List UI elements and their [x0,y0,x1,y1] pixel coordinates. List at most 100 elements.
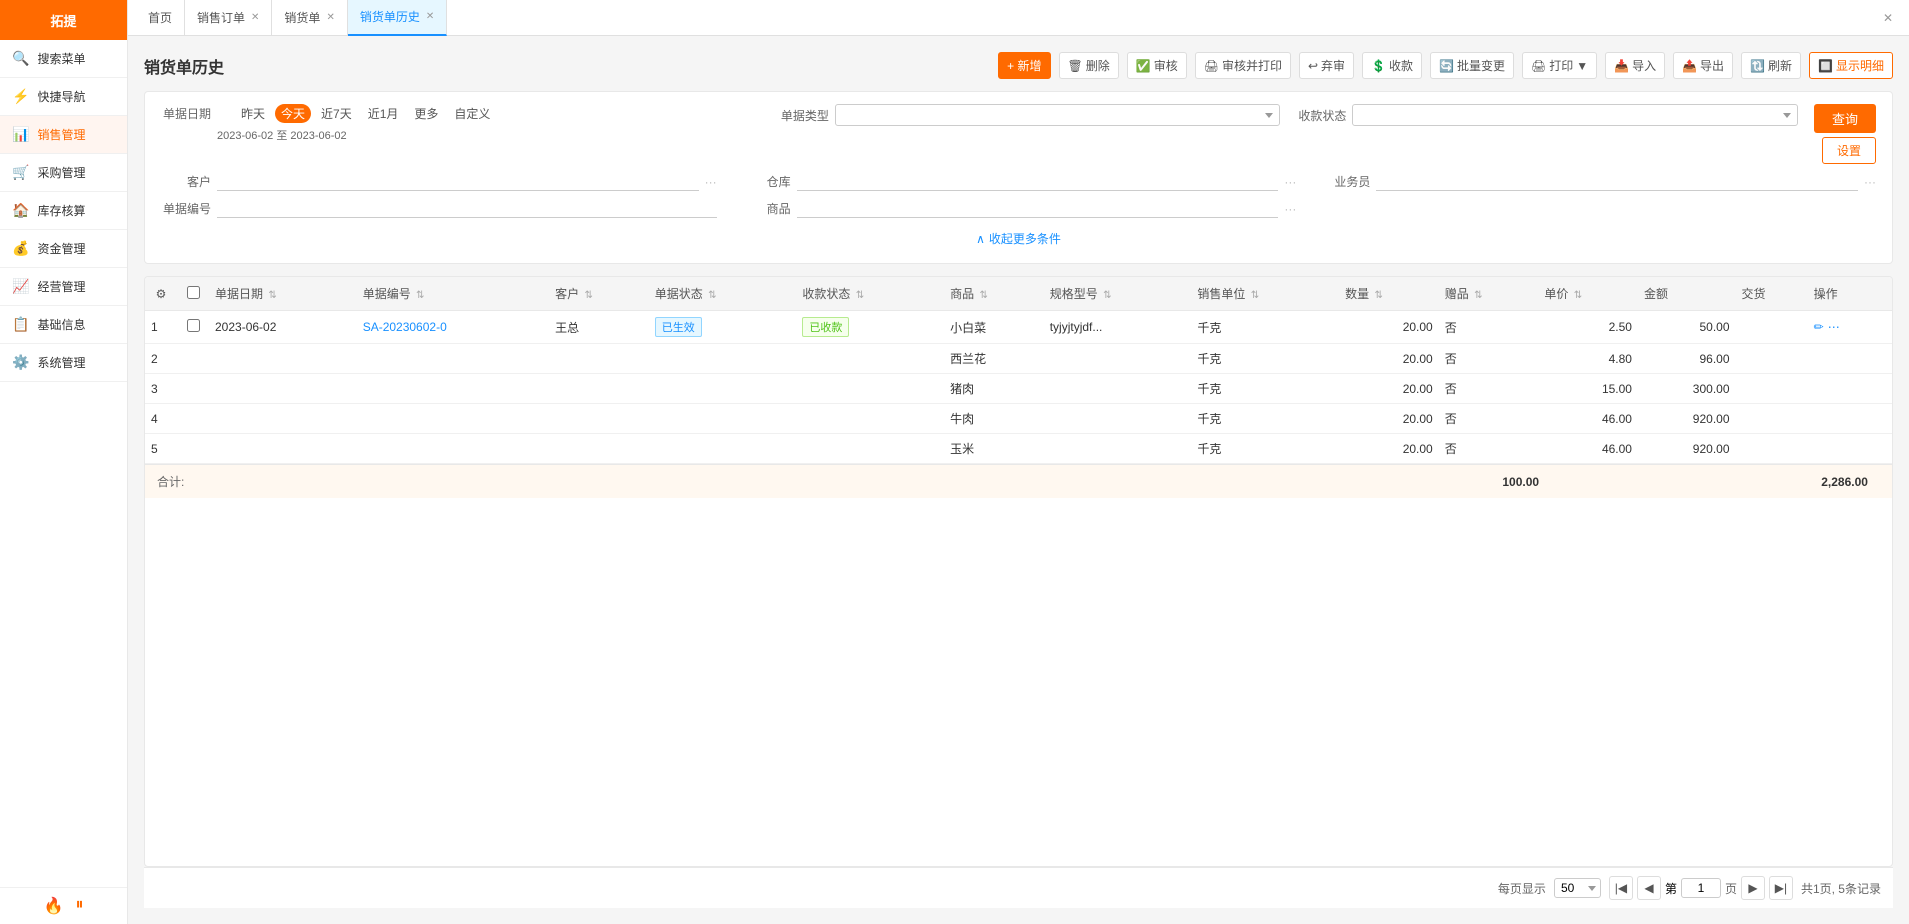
new-button[interactable]: + 新增 [998,52,1050,79]
delete-button[interactable]: 🗑 删除 [1059,52,1119,79]
doc-no-link[interactable]: SA-20230602-0 [363,320,447,334]
sidebar-item-inventory[interactable]: 🏠 库存核算 [0,192,127,230]
cell-rownum: 5 [145,434,177,464]
pause-icon[interactable]: ⏸ [75,896,83,916]
cell-checkbox[interactable] [177,434,209,464]
col-date[interactable]: 单据日期 ⇅ [209,277,357,311]
refresh-button[interactable]: 🔃 刷新 [1741,52,1801,79]
cell-docno [357,404,549,434]
tab-sales-delivery-close[interactable]: ✕ [326,12,334,23]
last-page-button[interactable]: ▶| [1769,876,1793,900]
date-tag-more[interactable]: 更多 [408,104,444,123]
customer-dots[interactable]: ··· [705,175,717,189]
batch-change-button[interactable]: 🔄 批量变更 [1430,52,1514,79]
col-customer[interactable]: 客户 ⇅ [549,277,649,311]
collect-status-select[interactable] [1352,104,1798,126]
prev-page-button[interactable]: ◀ [1637,876,1661,900]
cell-gift: 否 [1439,434,1539,464]
import-button[interactable]: 📥 导入 [1605,52,1665,79]
cell-checkbox[interactable] [177,344,209,374]
abandon-button[interactable]: ↩ 弃审 [1299,52,1354,79]
tab-sales-history[interactable]: 销货单历史 ✕ [348,0,447,36]
tab-sales-order[interactable]: 销售订单 ✕ [185,0,272,36]
sort-gift-icon: ⇅ [1474,290,1482,301]
cell-checkbox[interactable] [177,311,209,344]
cell-product: 玉米 [944,434,1044,464]
col-unit[interactable]: 销售单位 ⇅ [1191,277,1339,311]
tab-home[interactable]: 首页 [136,0,185,36]
tab-sales-history-close[interactable]: ✕ [426,11,434,22]
collapse-button[interactable]: ∧ 收起更多条件 [161,226,1876,251]
col-collect-status[interactable]: 收款状态 ⇅ [796,277,944,311]
cell-amount: 920.00 [1638,434,1736,464]
salesperson-dots[interactable]: ··· [1864,175,1876,189]
sidebar-item-label: 库存核算 [37,202,85,219]
col-product[interactable]: 商品 ⇅ [944,277,1044,311]
page-input[interactable] [1681,878,1721,898]
cell-gift: 否 [1439,344,1539,374]
col-gift[interactable]: 赠品 ⇅ [1439,277,1539,311]
col-doc-no[interactable]: 单据编号 ⇅ [357,277,549,311]
tab-sales-delivery[interactable]: 销货单 ✕ [272,0,347,36]
col-quantity[interactable]: 数量 ⇅ [1339,277,1439,311]
show-detail-button[interactable]: 🔲 显示明细 [1809,52,1893,79]
first-page-button[interactable]: |◀ [1609,876,1633,900]
audit-button[interactable]: ✅ 审核 [1127,52,1187,79]
warehouse-input[interactable] [797,172,1279,191]
col-unit-price[interactable]: 单价 ⇅ [1538,277,1638,311]
cell-collect-status [796,344,944,374]
edit-action-icon[interactable]: ✏ [1814,320,1824,334]
sidebar-item-label: 搜索菜单 [37,50,85,67]
export-button[interactable]: 📤 导出 [1673,52,1733,79]
setting-button[interactable]: 设置 [1822,137,1876,164]
product-dots[interactable]: ··· [1284,202,1296,216]
salesperson-input[interactable] [1376,172,1858,191]
date-tag-today[interactable]: 今天 [275,104,311,123]
sort-docstatus-icon: ⇅ [708,290,716,301]
customer-input[interactable] [217,172,699,191]
print-button[interactable]: 🖨 打印 ▼ [1522,52,1597,79]
cell-date: 2023-06-02 [209,311,357,344]
sidebar-item-system[interactable]: ⚙️ 系统管理 [0,344,127,382]
date-tag-yesterday[interactable]: 昨天 [235,104,271,123]
settings-gear-icon[interactable]: ⚙ [156,287,167,301]
tab-bar-close-btn[interactable]: ✕ [1875,11,1901,25]
per-page-select[interactable]: 50 100 200 [1554,878,1601,898]
next-page-button[interactable]: ▶ [1741,876,1765,900]
sidebar-item-operations[interactable]: 📈 经营管理 [0,268,127,306]
more-action-icon[interactable]: ⋯ [1828,320,1840,334]
sidebar-item-quicknav[interactable]: ⚡ 快捷导航 [0,78,127,116]
sidebar-item-sales[interactable]: 📊 销售管理 [0,116,127,154]
audit-print-button[interactable]: 🖨 审核并打印 [1195,52,1291,79]
cell-unit-price: 46.00 [1538,404,1638,434]
cell-rownum: 1 [145,311,177,344]
product-input[interactable] [797,199,1279,218]
sort-collectstatus-icon: ⇅ [856,290,864,301]
sidebar-item-purchase[interactable]: 🛒 采购管理 [0,154,127,192]
col-spec[interactable]: 规格型号 ⇅ [1044,277,1192,311]
cell-unit: 千克 [1191,434,1339,464]
tab-sales-order-close[interactable]: ✕ [251,12,259,23]
cell-date [209,434,357,464]
cell-checkbox[interactable] [177,404,209,434]
col-settings[interactable]: ⚙ [145,277,177,311]
select-all-checkbox[interactable] [187,286,200,299]
warehouse-dots[interactable]: ··· [1284,175,1296,189]
date-tag-1month[interactable]: 近1月 [362,104,405,123]
doc-type-select[interactable] [835,104,1281,126]
col-doc-status[interactable]: 单据状态 ⇅ [649,277,797,311]
collect-icon: 💲 [1371,59,1386,73]
sidebar-item-finance[interactable]: 💰 资金管理 [0,230,127,268]
collect-button[interactable]: 💲 收款 [1362,52,1422,79]
row-checkbox[interactable] [187,319,200,332]
date-tag-custom[interactable]: 自定义 [448,104,496,123]
cell-checkbox[interactable] [177,374,209,404]
col-transaction: 交货 [1736,277,1808,311]
doc-no-input[interactable] [217,199,717,218]
query-button[interactable]: 查询 [1814,104,1876,133]
sidebar-item-search[interactable]: 🔍 搜索菜单 [0,40,127,78]
tab-bar: 首页 销售订单 ✕ 销货单 ✕ 销货单历史 ✕ ✕ [128,0,1909,36]
sidebar-item-basic[interactable]: 📋 基础信息 [0,306,127,344]
fire-icon[interactable]: 🔥 [44,896,64,916]
date-tag-7days[interactable]: 近7天 [315,104,358,123]
